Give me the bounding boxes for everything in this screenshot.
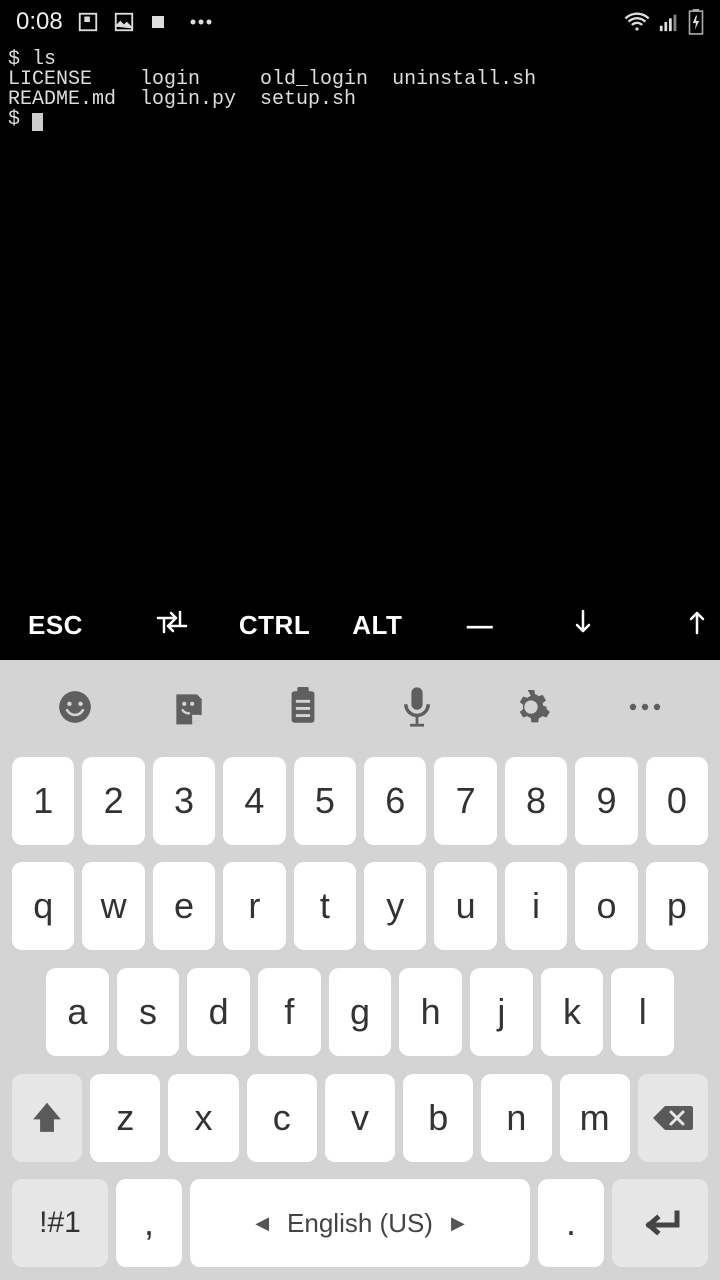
status-left: 0:08 (16, 8, 213, 36)
key-1[interactable]: 1 (12, 757, 74, 845)
up-arrow-key[interactable] (634, 608, 706, 643)
key-v[interactable]: v (325, 1074, 395, 1162)
period-key[interactable]: . (538, 1179, 604, 1267)
key-q[interactable]: q (12, 862, 74, 950)
key-b[interactable]: b (403, 1074, 473, 1162)
status-right (624, 9, 704, 35)
keyboard-row-qwerty: qwertyuiop (12, 862, 708, 950)
backspace-key[interactable] (638, 1074, 708, 1162)
key-c[interactable]: c (247, 1074, 317, 1162)
key-3[interactable]: 3 (153, 757, 215, 845)
key-7[interactable]: 7 (434, 757, 496, 845)
sticker-icon[interactable] (162, 680, 216, 734)
keyboard-row-bottom: !#1 , ◀ English (US) ▶ . (12, 1179, 708, 1267)
ls-line-2: README.md login.py setup.sh (8, 88, 356, 111)
settings-icon[interactable] (504, 680, 558, 734)
mic-icon[interactable] (390, 680, 444, 734)
key-k[interactable]: k (541, 968, 604, 1056)
status-time: 0:08 (16, 8, 63, 36)
key-o[interactable]: o (575, 862, 637, 950)
shift-key[interactable] (12, 1074, 82, 1162)
key-4[interactable]: 4 (223, 757, 285, 845)
key-s[interactable]: s (117, 968, 180, 1056)
dash-key[interactable]: ― (429, 610, 532, 641)
key-p[interactable]: p (646, 862, 708, 950)
key-r[interactable]: r (223, 862, 285, 950)
image-icon (113, 11, 135, 33)
terminal-extra-key-row: ESC CTRL ALT ― (0, 590, 720, 660)
clipboard-icon[interactable] (276, 680, 330, 734)
key-g[interactable]: g (329, 968, 392, 1056)
key-y[interactable]: y (364, 862, 426, 950)
key-j[interactable]: j (470, 968, 533, 1056)
key-m[interactable]: m (560, 1074, 630, 1162)
key-8[interactable]: 8 (505, 757, 567, 845)
key-d[interactable]: d (187, 968, 250, 1056)
key-h[interactable]: h (399, 968, 462, 1056)
comma-key[interactable]: , (116, 1179, 182, 1267)
key-u[interactable]: u (434, 862, 496, 950)
tab-key[interactable] (120, 608, 223, 643)
key-0[interactable]: 0 (646, 757, 708, 845)
key-l[interactable]: l (611, 968, 674, 1056)
key-5[interactable]: 5 (294, 757, 356, 845)
key-e[interactable]: e (153, 862, 215, 950)
esc-key[interactable]: ESC (28, 610, 120, 641)
key-i[interactable]: i (505, 862, 567, 950)
key-w[interactable]: w (82, 862, 144, 950)
key-n[interactable]: n (481, 1074, 551, 1162)
key-f[interactable]: f (258, 968, 321, 1056)
soft-keyboard: 1234567890 qwertyuiop asdfghjkl zxcvbnm … (0, 660, 720, 1280)
stop-icon (149, 13, 167, 31)
terminal-prompt-2: $ (8, 108, 20, 131)
key-6[interactable]: 6 (364, 757, 426, 845)
emoji-icon[interactable] (48, 680, 102, 734)
keyboard-row-numbers: 1234567890 (12, 757, 708, 845)
key-9[interactable]: 9 (575, 757, 637, 845)
space-key[interactable]: ◀ English (US) ▶ (190, 1179, 530, 1267)
cast-icon (77, 11, 99, 33)
prev-lang-icon: ◀ (255, 1213, 269, 1234)
next-lang-icon: ▶ (451, 1213, 465, 1234)
keyboard-key-rows: 1234567890 qwertyuiop asdfghjkl zxcvbnm … (0, 754, 720, 1274)
key-t[interactable]: t (294, 862, 356, 950)
battery-icon (688, 9, 704, 35)
keyboard-toolbar (0, 660, 720, 754)
key-z[interactable]: z (90, 1074, 160, 1162)
signal-icon (658, 11, 680, 33)
down-arrow-key[interactable] (531, 608, 634, 643)
more-options-icon[interactable] (618, 680, 672, 734)
key-2[interactable]: 2 (82, 757, 144, 845)
status-bar: 0:08 (0, 0, 720, 44)
more-icon (189, 18, 213, 26)
wifi-icon (624, 11, 650, 33)
ctrl-key[interactable]: CTRL (223, 610, 326, 641)
terminal-output[interactable]: $ ls LICENSE login old_login uninstall.s… (0, 44, 720, 590)
key-a[interactable]: a (46, 968, 109, 1056)
keyboard-row-zxcv: zxcvbnm (12, 1074, 708, 1162)
space-label: English (US) (287, 1208, 433, 1239)
key-x[interactable]: x (168, 1074, 238, 1162)
terminal-cursor (32, 113, 43, 131)
symbols-key[interactable]: !#1 (12, 1179, 108, 1267)
alt-key[interactable]: ALT (326, 610, 429, 641)
keyboard-row-asdf: asdfghjkl (12, 968, 708, 1056)
enter-key[interactable] (612, 1179, 708, 1267)
